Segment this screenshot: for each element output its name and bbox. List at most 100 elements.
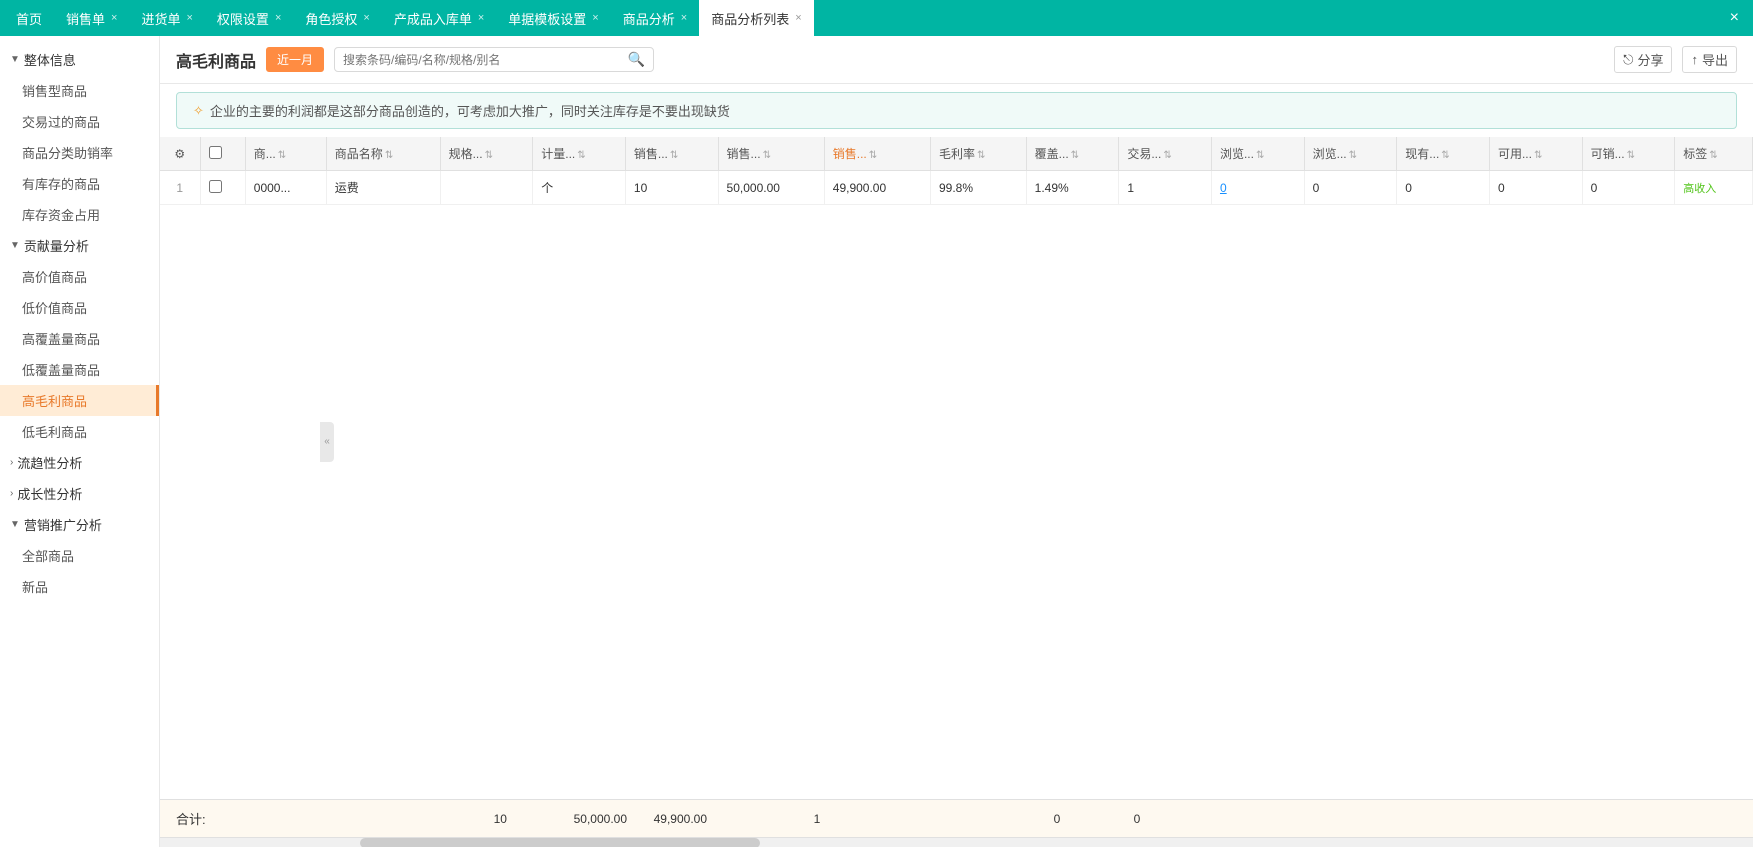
sidebar-item-in-stock[interactable]: 有库存的商品 (0, 168, 159, 199)
nav-template[interactable]: 单据模板设置 × (496, 0, 610, 36)
sidebar-collapse-button[interactable]: « (320, 422, 334, 462)
sidebar-group-trend[interactable]: › 流趋性分析 (0, 447, 159, 478)
nav-close-analysis-list[interactable]: × (795, 12, 801, 24)
nav-purchase[interactable]: 进货单 × (129, 0, 204, 36)
page-title: 高毛利商品 (176, 48, 256, 72)
col-spec[interactable]: 规格...⇅ (440, 137, 533, 171)
col-name[interactable]: 商品名称⇅ (326, 137, 440, 171)
nav-close-sales[interactable]: × (111, 12, 117, 24)
col-available[interactable]: 可用...⇅ (1489, 137, 1582, 171)
col-current[interactable]: 现有...⇅ (1397, 137, 1490, 171)
search-input[interactable] (343, 53, 624, 67)
sidebar-group-marketing[interactable]: ▼ 营销推广分析 (0, 509, 159, 540)
cell-tag: 高收入 (1675, 171, 1753, 205)
nav-close-product-analysis[interactable]: × (681, 12, 687, 24)
data-table-wrap: ⚙ 商...⇅ 商品名称⇅ 规格...⇅ 计量...⇅ 销售...⇅ 销售...… (160, 137, 1753, 799)
nav-close-template[interactable]: × (592, 12, 598, 24)
nav-home[interactable]: 首页 (4, 0, 54, 36)
sidebar-item-stock-capital[interactable]: 库存资金占用 (0, 199, 159, 230)
col-code[interactable]: 商...⇅ (245, 137, 326, 171)
cell-sellable: 0 (1582, 171, 1675, 205)
footer-available: 0 (1126, 812, 1206, 826)
col-sales-profit[interactable]: 销售...⇅ (824, 137, 930, 171)
nav-close-production[interactable]: × (478, 12, 484, 24)
filter-recent-month[interactable]: 近一月 (266, 47, 324, 72)
footer-spacer1 (226, 812, 486, 826)
cell-sales-profit: 49,900.00 (824, 171, 930, 205)
nav-close-roles[interactable]: × (363, 12, 369, 24)
search-box[interactable]: 🔍 (334, 47, 654, 72)
cell-index: 1 (160, 171, 200, 205)
nav-production[interactable]: 产成品入库单 × (382, 0, 496, 36)
sidebar-item-new-products[interactable]: 新品 (0, 571, 159, 602)
footer-spacer3 (886, 812, 1046, 826)
scrollbar-thumb[interactable] (360, 838, 760, 847)
sidebar-group-growth[interactable]: › 成长性分析 (0, 478, 159, 509)
footer-sales-profit: 49,900.00 (646, 812, 726, 826)
content-area: « 高毛利商品 近一月 🔍 ⎋ 分享 ↑ 导出 ✧ 企 (160, 36, 1753, 847)
nav-product-analysis[interactable]: 商品分析 × (611, 0, 699, 36)
cell-code: 0000... (245, 171, 326, 205)
search-icon[interactable]: 🔍 (628, 51, 645, 68)
col-tag[interactable]: 标签⇅ (1675, 137, 1753, 171)
nav-product-analysis-list[interactable]: 商品分析列表 × (699, 0, 813, 36)
col-browse1[interactable]: 浏览...⇅ (1211, 137, 1304, 171)
cell-checkbox[interactable] (200, 171, 245, 205)
nav-close-purchase[interactable]: × (186, 12, 192, 24)
footer-sales-qty: 10 (486, 812, 566, 826)
top-navigation: 首页 销售单 × 进货单 × 权限设置 × 角色授权 × 产成品入库单 × 单据… (0, 0, 1753, 36)
arrow-icon: ▼ (10, 54, 20, 65)
col-checkbox[interactable] (200, 137, 245, 171)
content-header: 高毛利商品 近一月 🔍 ⎋ 分享 ↑ 导出 (160, 36, 1753, 84)
sidebar-group-contribution[interactable]: ▼ 贡献量分析 (0, 230, 159, 261)
header-actions: ⎋ 分享 ↑ 导出 (1614, 46, 1737, 73)
col-sales-amount[interactable]: 销售...⇅ (718, 137, 824, 171)
col-settings[interactable]: ⚙ (160, 137, 200, 171)
arrow-icon: › (10, 488, 13, 499)
table-header-row: ⚙ 商...⇅ 商品名称⇅ 规格...⇅ 计量...⇅ 销售...⇅ 销售...… (160, 137, 1753, 171)
sidebar-item-traded-products[interactable]: 交易过的商品 (0, 106, 159, 137)
sidebar-item-high-margin[interactable]: 高毛利商品 (0, 385, 159, 416)
col-sales-qty[interactable]: 销售...⇅ (625, 137, 718, 171)
col-coverage[interactable]: 覆盖...⇅ (1026, 137, 1119, 171)
cell-browse1[interactable]: 0 (1211, 171, 1304, 205)
col-sellable[interactable]: 可销...⇅ (1582, 137, 1675, 171)
arrow-icon: ▼ (10, 519, 20, 530)
select-all-checkbox[interactable] (209, 146, 222, 159)
sidebar-item-sales-products[interactable]: 销售型商品 (0, 75, 159, 106)
sidebar-item-high-coverage[interactable]: 高覆盖量商品 (0, 323, 159, 354)
sidebar-item-high-value[interactable]: 高价值商品 (0, 261, 159, 292)
table-footer: 合计: 10 50,000.00 49,900.00 1 0 0 (160, 799, 1753, 837)
footer-current: 0 (1046, 812, 1126, 826)
nav-sales[interactable]: 销售单 × (54, 0, 129, 36)
main-layout: ▼ 整体信息 销售型商品 交易过的商品 商品分类助销率 有库存的商品 库存资金占… (0, 36, 1753, 847)
info-icon: ✧ (193, 103, 204, 119)
window-close-button[interactable]: × (1720, 9, 1749, 27)
nav-roles[interactable]: 角色授权 × (293, 0, 381, 36)
share-icon: ⎋ (1623, 52, 1633, 68)
export-button[interactable]: ↑ 导出 (1682, 46, 1737, 73)
sidebar-item-all-products[interactable]: 全部商品 (0, 540, 159, 571)
arrow-icon: ▼ (10, 240, 20, 251)
sidebar-item-low-value[interactable]: 低价值商品 (0, 292, 159, 323)
row-checkbox[interactable] (209, 180, 222, 193)
cell-name: 运费 (326, 171, 440, 205)
nav-close-permissions[interactable]: × (275, 12, 281, 24)
col-browse2[interactable]: 浏览...⇅ (1304, 137, 1397, 171)
arrow-icon: › (10, 457, 13, 468)
footer-label: 合计: (176, 809, 206, 828)
nav-permissions[interactable]: 权限设置 × (205, 0, 293, 36)
col-profit-rate[interactable]: 毛利率⇅ (930, 137, 1026, 171)
col-transaction[interactable]: 交易...⇅ (1119, 137, 1212, 171)
sidebar: ▼ 整体信息 销售型商品 交易过的商品 商品分类助销率 有库存的商品 库存资金占… (0, 36, 160, 847)
sidebar-item-low-margin[interactable]: 低毛利商品 (0, 416, 159, 447)
sidebar-item-category-rate[interactable]: 商品分类助销率 (0, 137, 159, 168)
cell-available: 0 (1489, 171, 1582, 205)
col-unit[interactable]: 计量...⇅ (533, 137, 626, 171)
sidebar-group-overall[interactable]: ▼ 整体信息 (0, 44, 159, 75)
export-icon: ↑ (1691, 52, 1698, 67)
cell-browse2: 0 (1304, 171, 1397, 205)
sidebar-item-low-coverage[interactable]: 低覆盖量商品 (0, 354, 159, 385)
share-button[interactable]: ⎋ 分享 (1614, 46, 1672, 73)
horizontal-scrollbar[interactable] (160, 837, 1753, 847)
